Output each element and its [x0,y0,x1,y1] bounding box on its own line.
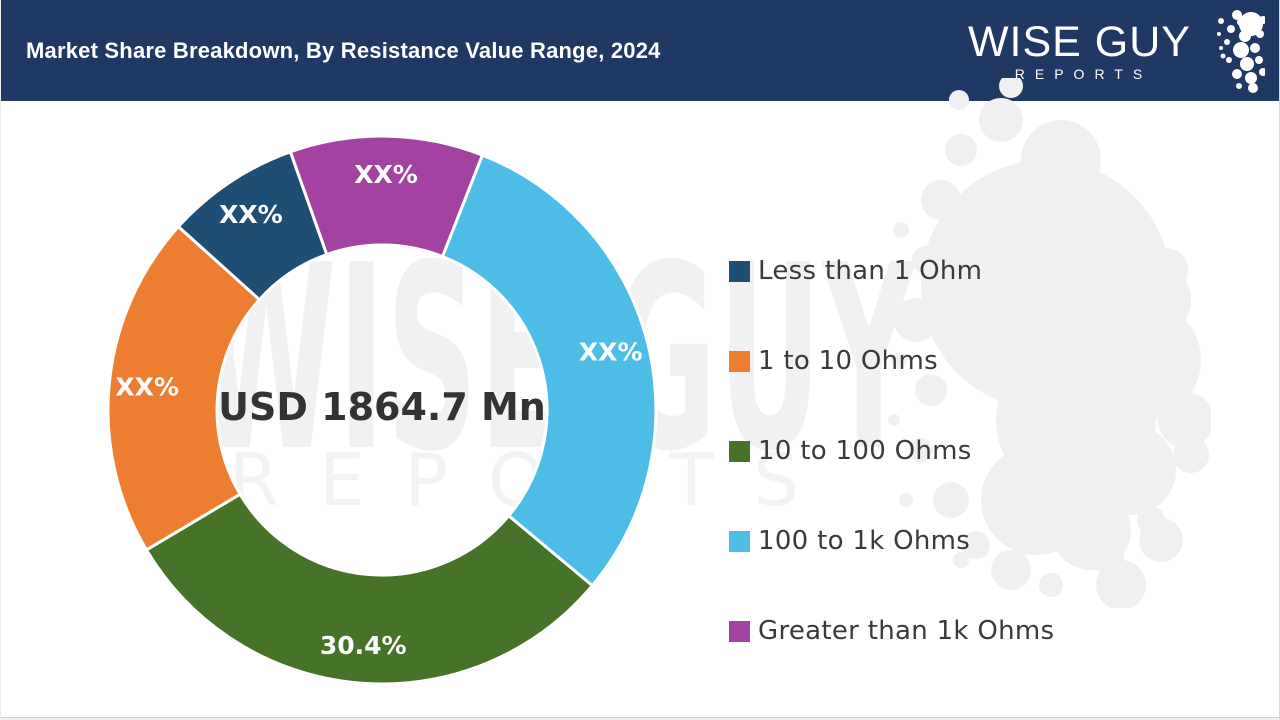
donut-chart: XX% 30.4% XX% XX% XX% [106,134,658,686]
donut-segment [441,153,658,588]
legend-label: 1 to 10 Ohms [758,346,938,376]
legend-item: Less than 1 Ohm [729,256,1054,286]
segment-percent-label: XX% [354,160,418,189]
legend-swatch [729,620,750,642]
legend-item: 1 to 10 Ohms [729,346,1054,376]
market-share-figure: Market Share Breakdown, By Resistance Va… [0,0,1280,720]
legend-label: Less than 1 Ohm [758,256,983,286]
legend-label: 10 to 100 Ohms [758,436,972,466]
segment-percent-label: XX% [219,200,283,229]
legend-swatch [729,350,750,372]
legend-item: 100 to 1k Ohms [729,526,1054,556]
legend-label: 100 to 1k Ohms [758,526,971,556]
legend-item: Greater than 1k Ohms [729,616,1054,646]
chart-legend: Less than 1 Ohm 1 to 10 Ohms 10 to 100 O… [729,256,1054,706]
legend-swatch [729,260,750,282]
legend-item: 10 to 100 Ohms [729,436,1054,466]
chart-center-total: USD 1864.7 Mn [218,385,546,429]
legend-swatch [729,530,750,552]
legend-swatch [729,440,750,462]
segment-percent-label: 30.4% [320,631,407,660]
legend-label: Greater than 1k Ohms [758,616,1055,646]
segment-percent-label: XX% [579,338,643,367]
segment-percent-label: XX% [115,373,179,402]
